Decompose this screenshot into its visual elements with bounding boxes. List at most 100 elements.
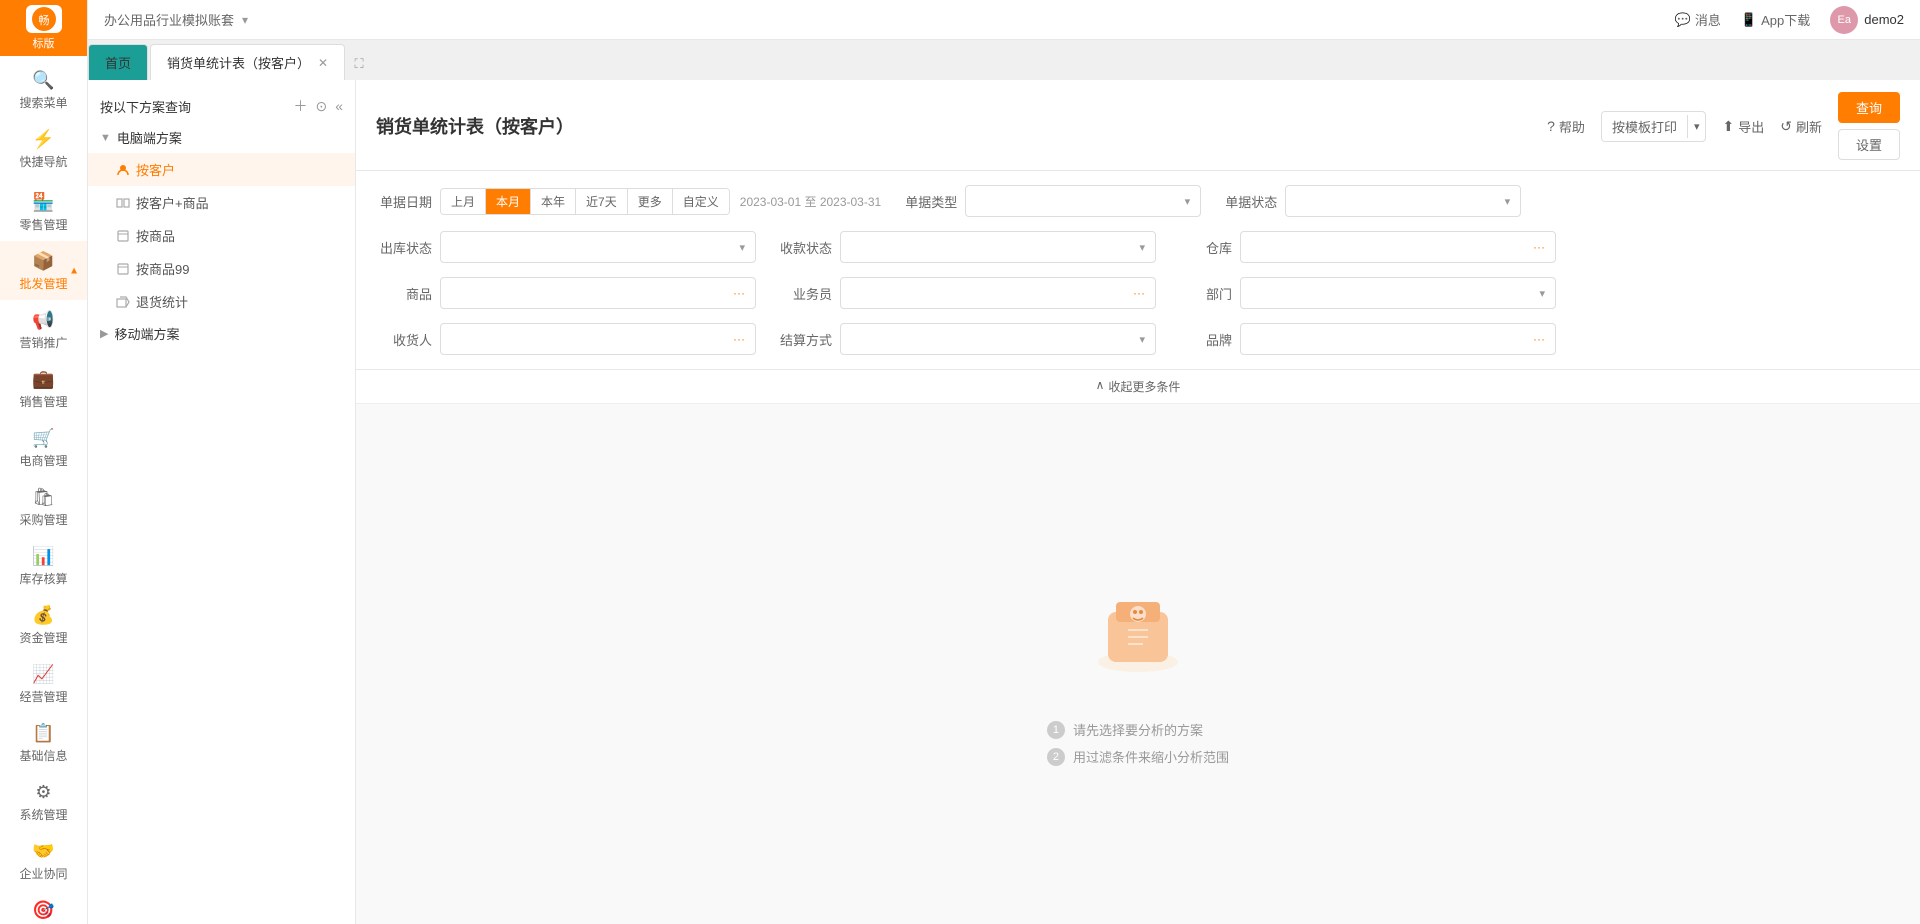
sidebar-item-finance[interactable]: 💰 资金管理 [0, 595, 87, 654]
warehouse-label: 仓库 [1176, 238, 1232, 257]
filter-row-4: 收货人 ··· 结算方式 ▾ 品牌 [376, 323, 1900, 355]
tip-2-num: 2 [1047, 748, 1065, 766]
filter-brand: 品牌 ··· [1176, 323, 1556, 355]
panel-add-button[interactable]: ＋ [293, 96, 307, 116]
tip-1-num: 1 [1047, 721, 1065, 739]
sidebar-item-search-label: 搜索菜单 [19, 94, 67, 111]
tab-home[interactable]: 首页 [88, 44, 148, 80]
mobile-section-header[interactable]: ▶ 移动端方案 [88, 318, 355, 349]
query-button[interactable]: 查询 [1838, 92, 1900, 123]
filter-order-type: 单据类型 ▾ [901, 185, 1201, 217]
sidebar-item-guide[interactable]: 🎯 新手引导 [0, 890, 87, 924]
settlement-input[interactable]: ▾ [840, 323, 1156, 355]
tab-maximize-button[interactable]: ⛶ [347, 48, 371, 80]
filter-row-3: 商品 ··· 业务员 ··· 部门 [376, 277, 1900, 309]
filter-out-status: 出库状态 ▾ [376, 231, 756, 263]
tab-sales-stats[interactable]: 销货单统计表（按客户） ✕ [150, 44, 345, 80]
sidebar-item-inventory[interactable]: 📊 库存核算 [0, 536, 87, 595]
collapse-label: 收起更多条件 [1108, 378, 1180, 395]
operations-icon: 📈 [32, 664, 54, 685]
right-panel: 销货单统计表（按客户） ? 帮助 按模板打印 ▾ ⬆ 导出 [356, 80, 1920, 924]
date-btn-custom[interactable]: 自定义 [673, 189, 729, 214]
template-print-button[interactable]: 按模板打印 ▾ [1601, 111, 1707, 142]
sidebar-item-operations[interactable]: 📈 经营管理 [0, 654, 87, 713]
filter-date: 单据日期 上月 本月 本年 近7天 更多 自定义 2023-03-01 至 20… [376, 188, 881, 215]
warehouse-input[interactable]: ··· [1240, 231, 1556, 263]
finance-icon: 💰 [32, 605, 54, 626]
sidebar-item-basic[interactable]: 📋 基础信息 [0, 713, 87, 772]
sidebar: 畅 标版 🔍 搜索菜单 ⚡ 快捷导航 🏪 零售管理 📦 批发管理 ▲ 📢 营销推… [0, 0, 88, 924]
out-status-input[interactable]: ▾ [440, 231, 756, 263]
sidebar-item-sales[interactable]: 💼 销售管理 [0, 359, 87, 418]
date-btn-more[interactable]: 更多 [628, 189, 673, 214]
date-btn-this-year[interactable]: 本年 [531, 189, 576, 214]
filter-area: 单据日期 上月 本月 本年 近7天 更多 自定义 2023-03-01 至 20… [356, 171, 1920, 370]
order-status-dropdown-icon: ▾ [1505, 195, 1511, 208]
panel-collapse-button[interactable]: « [335, 98, 343, 114]
date-btn-last-month[interactable]: 上月 [441, 189, 486, 214]
brand-input[interactable]: ··· [1240, 323, 1556, 355]
topbar: 办公用品行业模拟账套 ▾ 💬 消息 📱 App下载 Ea demo2 [88, 0, 1920, 40]
desktop-section-header[interactable]: ▼ 电脑端方案 [88, 122, 355, 153]
tab-close-icon[interactable]: ✕ [318, 56, 328, 70]
out-status-label: 出库状态 [376, 238, 432, 257]
receipt-status-input[interactable]: ▾ [840, 231, 1156, 263]
salesperson-input[interactable]: ··· [840, 277, 1156, 309]
panel-item-by-product[interactable]: 按商品 [88, 219, 355, 252]
industry-title: 办公用品行业模拟账套 [104, 10, 234, 29]
warehouse-more-icon: ··· [1533, 240, 1545, 254]
quicknav-icon: ⚡ [32, 129, 54, 150]
purchase-icon: 🛍 [32, 487, 55, 508]
sidebar-item-marketing[interactable]: 📢 营销推广 [0, 300, 87, 359]
page-header: 销货单统计表（按客户） ? 帮助 按模板打印 ▾ ⬆ 导出 [356, 80, 1920, 171]
filter-warehouse: 仓库 ··· [1176, 231, 1556, 263]
panel-item-by-product-99[interactable]: 按商品99 [88, 252, 355, 285]
sidebar-item-quicknav[interactable]: ⚡ 快捷导航 [0, 119, 87, 178]
collab-icon: 🤝 [32, 841, 54, 862]
filter-order-status: 单据状态 ▾ [1221, 185, 1521, 217]
refresh-button[interactable]: ↺ 刷新 [1780, 117, 1822, 136]
receiver-more-icon: ··· [733, 332, 745, 346]
sidebar-item-ecommerce-label: 电商管理 [19, 452, 67, 469]
filter-receipt-status: 收款状态 ▾ [776, 231, 1156, 263]
tab-home-label: 首页 [105, 53, 131, 72]
sidebar-item-system[interactable]: ⚙ 系统管理 [0, 772, 87, 831]
sidebar-item-retail[interactable]: 🏪 零售管理 [0, 182, 87, 241]
product-input[interactable]: ··· [440, 277, 756, 309]
user-name: demo2 [1864, 12, 1904, 27]
panel-item-by-customer-product[interactable]: 按客户+商品 [88, 186, 355, 219]
refresh-icon: ↺ [1780, 118, 1792, 135]
topbar-dropdown-icon[interactable]: ▾ [242, 13, 248, 27]
order-status-input[interactable]: ▾ [1285, 185, 1521, 217]
user-profile[interactable]: Ea demo2 [1830, 6, 1904, 34]
panel-refresh-button[interactable]: ⊙ [315, 98, 327, 115]
logo-area: 畅 标版 [0, 0, 87, 56]
department-input[interactable]: ▾ [1240, 277, 1556, 309]
order-type-dropdown-icon: ▾ [1185, 195, 1191, 208]
department-dropdown-icon: ▾ [1539, 287, 1545, 300]
inventory-icon: 📊 [32, 546, 54, 567]
date-btn-this-month[interactable]: 本月 [486, 189, 531, 214]
sidebar-item-search[interactable]: 🔍 搜索菜单 [0, 60, 87, 119]
export-icon: ⬆ [1722, 118, 1734, 135]
panel-item-by-customer[interactable]: 按客户 [88, 153, 355, 186]
empty-state: 1 请先选择要分析的方案 2 用过滤条件来缩小分析范围 [356, 404, 1920, 924]
sidebar-item-wholesale[interactable]: 📦 批发管理 ▲ [0, 241, 87, 300]
help-button[interactable]: ? 帮助 [1547, 117, 1585, 136]
sidebar-item-purchase[interactable]: 🛍 采购管理 [0, 477, 87, 536]
panel-item-return-stats[interactable]: 退货统计 [88, 285, 355, 318]
app-download-button[interactable]: 📱 App下载 [1741, 10, 1810, 29]
message-button[interactable]: 💬 消息 [1675, 10, 1721, 29]
settings-button[interactable]: 设置 [1838, 129, 1900, 160]
receiver-input[interactable]: ··· [440, 323, 756, 355]
app-download-icon: 📱 [1741, 12, 1757, 28]
collapse-more-button[interactable]: ∧ 收起更多条件 [356, 370, 1920, 404]
main-area: 办公用品行业模拟账套 ▾ 💬 消息 📱 App下载 Ea demo2 首页 [88, 0, 1920, 924]
export-button[interactable]: ⬆ 导出 [1722, 117, 1764, 136]
sidebar-item-collab[interactable]: 🤝 企业协同 [0, 831, 87, 890]
by-customer-product-icon [116, 196, 130, 210]
sidebar-item-ecommerce[interactable]: 🛒 电商管理 [0, 418, 87, 477]
order-type-input[interactable]: ▾ [965, 185, 1201, 217]
date-btn-7days[interactable]: 近7天 [576, 189, 628, 214]
sidebar-item-finance-label: 资金管理 [19, 629, 67, 646]
